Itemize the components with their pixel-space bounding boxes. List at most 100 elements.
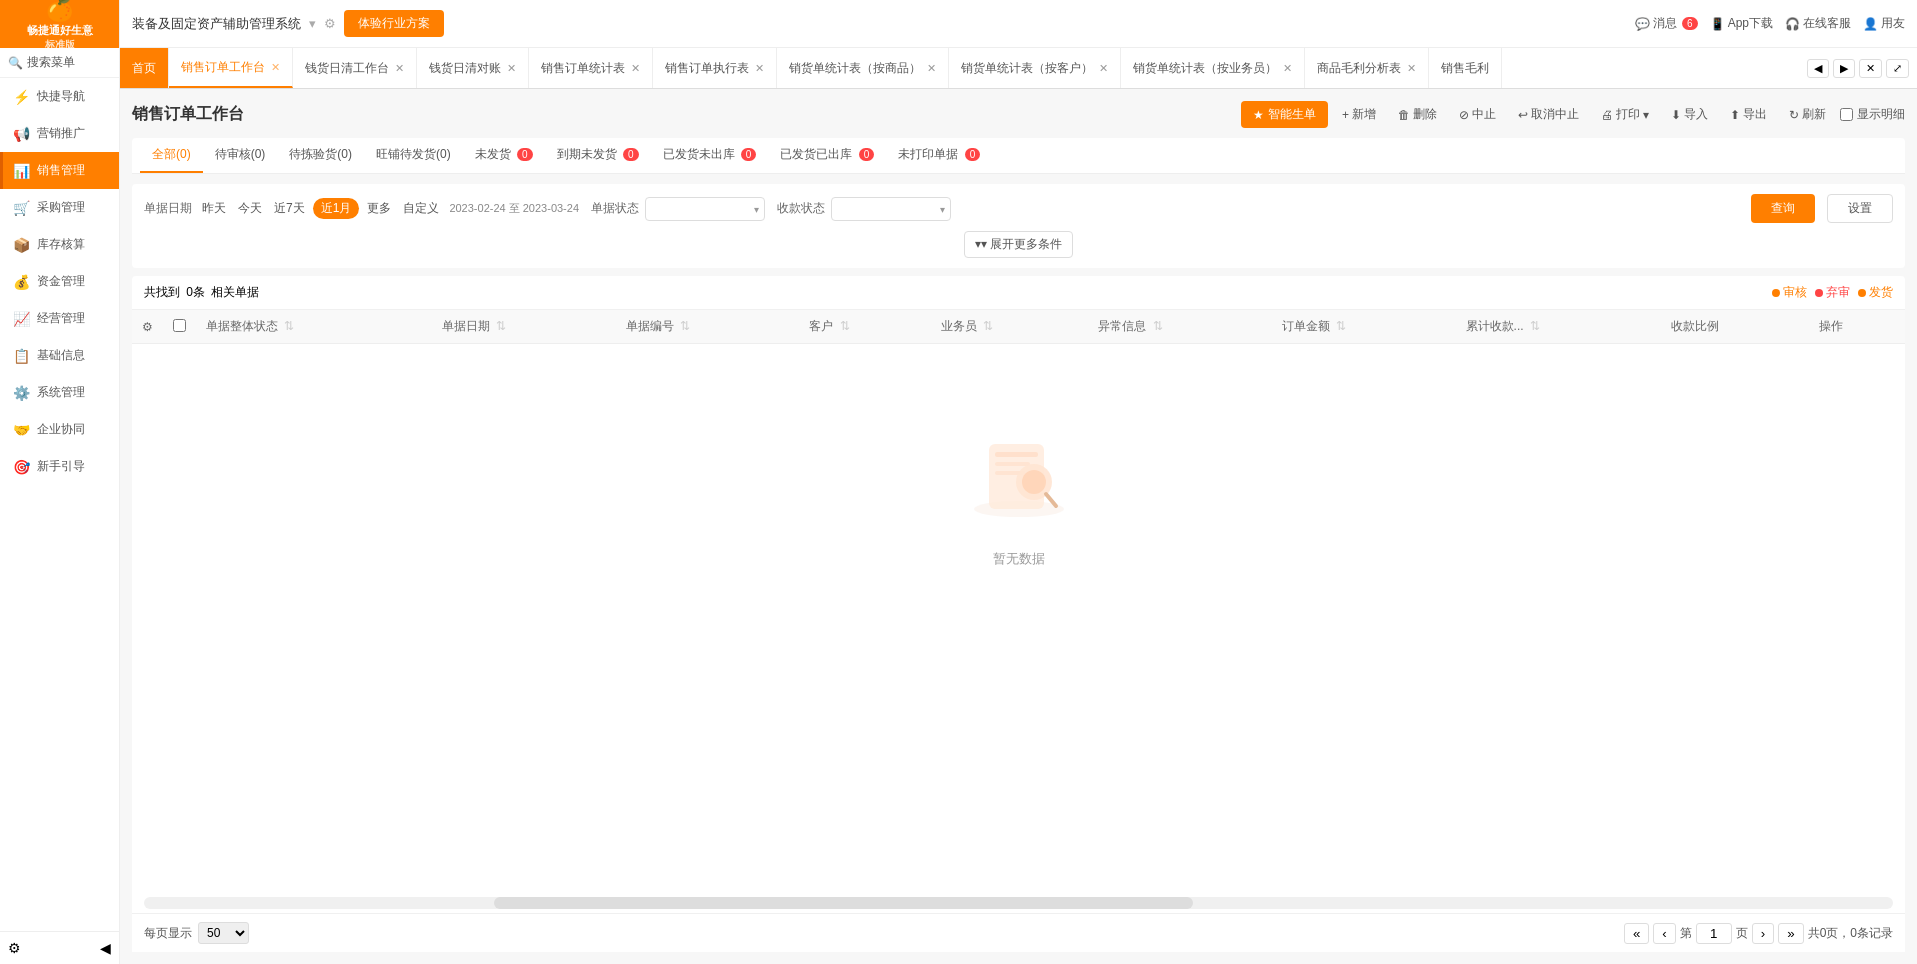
prev-page-button[interactable]: ‹ xyxy=(1653,923,1675,944)
date-link-7days[interactable]: 近7天 xyxy=(270,198,309,219)
tab-fullscreen-button[interactable]: ⤢ xyxy=(1886,59,1909,78)
message-button[interactable]: 💬 消息 6 xyxy=(1635,15,1698,32)
sub-tab-wangpu-pending[interactable]: 旺铺待发货(0) xyxy=(364,138,463,173)
sort-icon[interactable]: ⇅ xyxy=(496,319,506,333)
tab-close-icon[interactable]: ✕ xyxy=(927,62,936,75)
setting-button[interactable]: 设置 xyxy=(1827,194,1893,223)
sort-icon[interactable]: ⇅ xyxy=(284,319,294,333)
tab-sales-profit[interactable]: 销售毛利 xyxy=(1429,48,1502,88)
sidebar-item-marketing[interactable]: 📢 营销推广 xyxy=(0,115,119,152)
tab-sales-by-staff[interactable]: 销货单统计表（按业务员） ✕ xyxy=(1121,48,1305,88)
sidebar-item-operations[interactable]: 📈 经营管理 xyxy=(0,300,119,337)
app-download-button[interactable]: 📱 App下载 xyxy=(1710,15,1773,32)
tab-close-all-button[interactable]: ✕ xyxy=(1859,59,1882,78)
filter-status-select[interactable] xyxy=(645,197,765,221)
date-link-yesterday[interactable]: 昨天 xyxy=(198,198,230,219)
date-link-more[interactable]: 更多 xyxy=(363,198,395,219)
tab-close-icon[interactable]: ✕ xyxy=(1099,62,1108,75)
tab-home[interactable]: 首页 xyxy=(120,48,169,88)
tab-close-icon[interactable]: ✕ xyxy=(755,62,764,75)
tab-cash-reconcile[interactable]: 钱货日清对账 ✕ xyxy=(417,48,529,88)
print-button[interactable]: 🖨 打印 ▾ xyxy=(1593,102,1657,127)
export-button[interactable]: ⬆ 导出 xyxy=(1722,102,1775,127)
tab-prev-button[interactable]: ◀ xyxy=(1807,59,1829,78)
ship-button[interactable]: 发货 xyxy=(1858,284,1893,301)
sidebar-item-quick-nav[interactable]: ⚡ 快捷导航 xyxy=(0,78,119,115)
tab-sales-exec[interactable]: 销售订单执行表 ✕ xyxy=(653,48,777,88)
reject-button[interactable]: 弃审 xyxy=(1815,284,1850,301)
show-detail-checkbox[interactable] xyxy=(1840,108,1853,121)
delete-button[interactable]: 🗑 删除 xyxy=(1390,102,1445,127)
refresh-button[interactable]: ↻ 刷新 xyxy=(1781,102,1834,127)
scrollbar-thumb[interactable] xyxy=(494,897,1194,909)
cancel-stop-button[interactable]: ↩ 取消中止 xyxy=(1510,102,1587,127)
tab-sales-by-customer[interactable]: 销货单统计表（按客户） ✕ xyxy=(949,48,1121,88)
import-button[interactable]: ⬇ 导入 xyxy=(1663,102,1716,127)
approve-button[interactable]: 审核 xyxy=(1772,284,1807,301)
table-scrollbar[interactable] xyxy=(144,897,1893,909)
tab-close-icon[interactable]: ✕ xyxy=(507,62,516,75)
sub-tab-all[interactable]: 全部(0) xyxy=(140,138,203,173)
date-link-today[interactable]: 今天 xyxy=(234,198,266,219)
query-button[interactable]: 查询 xyxy=(1751,194,1815,223)
tab-sales-workbench[interactable]: 销售订单工作台 ✕ xyxy=(169,48,293,88)
sidebar-item-system[interactable]: ⚙️ 系统管理 xyxy=(0,374,119,411)
sub-tab-pending-review[interactable]: 待审核(0) xyxy=(203,138,278,173)
date-link-1month[interactable]: 近1月 xyxy=(313,198,360,219)
sub-tab-shipped-out[interactable]: 已发货已出库 0 xyxy=(768,138,886,173)
sidebar-item-finance[interactable]: 💰 资金管理 xyxy=(0,263,119,300)
system-icon: ⚙️ xyxy=(11,385,31,401)
system-title-chevron[interactable]: ▾ xyxy=(309,16,316,31)
sub-tab-not-printed[interactable]: 未打印单据 0 xyxy=(886,138,992,173)
sub-tab-not-shipped[interactable]: 未发货 0 xyxy=(463,138,545,173)
sidebar-item-sales[interactable]: 📊 销售管理 xyxy=(0,152,119,189)
tab-close-icon[interactable]: ✕ xyxy=(1283,62,1292,75)
select-all-checkbox[interactable] xyxy=(173,319,186,332)
settings-icon[interactable]: ⚙ xyxy=(324,16,336,31)
sub-tab-overdue-not-shipped[interactable]: 到期未发货 0 xyxy=(545,138,651,173)
sidebar-item-purchase[interactable]: 🛒 采购管理 xyxy=(0,189,119,226)
sort-icon[interactable]: ⇅ xyxy=(1530,319,1540,333)
smart-create-button[interactable]: ★ 智能生单 xyxy=(1241,101,1328,128)
tab-sales-stats[interactable]: 销售订单统计表 ✕ xyxy=(529,48,653,88)
settings-icon[interactable]: ⚙ xyxy=(8,940,21,956)
show-detail-toggle[interactable]: 显示明细 xyxy=(1840,106,1905,123)
collapse-icon[interactable]: ◀ xyxy=(100,940,111,956)
tab-next-button[interactable]: ▶ xyxy=(1833,59,1855,78)
stop-button[interactable]: ⊘ 中止 xyxy=(1451,102,1504,127)
sidebar-item-basic-info[interactable]: 📋 基础信息 xyxy=(0,337,119,374)
user-button[interactable]: 👤 用友 xyxy=(1863,15,1905,32)
sort-icon[interactable]: ⇅ xyxy=(680,319,690,333)
per-page-select[interactable]: 10 20 50 100 xyxy=(198,922,249,944)
tab-close-icon[interactable]: ✕ xyxy=(1407,62,1416,75)
page-number-input[interactable] xyxy=(1696,923,1732,944)
expand-filter-button[interactable]: ▾▾ 展开更多条件 xyxy=(964,231,1073,258)
tab-sales-by-product[interactable]: 销货单统计表（按商品） ✕ xyxy=(777,48,949,88)
sub-tab-pending-inspect[interactable]: 待拣验货(0) xyxy=(277,138,364,173)
sub-tab-pending-review-label: 待审核(0) xyxy=(215,147,266,161)
date-link-custom[interactable]: 自定义 xyxy=(399,198,443,219)
sidebar-item-inventory[interactable]: 📦 库存核算 xyxy=(0,226,119,263)
sidebar-item-guide[interactable]: 🎯 新手引导 xyxy=(0,448,119,485)
sort-icon[interactable]: ⇅ xyxy=(840,319,850,333)
sidebar-item-cooperation[interactable]: 🤝 企业协同 xyxy=(0,411,119,448)
industry-solution-button[interactable]: 体验行业方案 xyxy=(344,10,444,37)
search-menu[interactable]: 🔍 搜索菜单 xyxy=(0,48,119,78)
table-scroll[interactable]: ⚙ 单据整体状态 ⇅ 单据日期 ⇅ xyxy=(132,310,1905,893)
tab-close-icon[interactable]: ✕ xyxy=(631,62,640,75)
first-page-button[interactable]: « xyxy=(1624,923,1649,944)
filter-payment-select[interactable] xyxy=(831,197,951,221)
config-icon[interactable]: ⚙ xyxy=(142,320,153,334)
last-page-button[interactable]: » xyxy=(1778,923,1803,944)
next-page-button[interactable]: › xyxy=(1752,923,1774,944)
add-button[interactable]: + 新增 xyxy=(1334,102,1384,127)
sub-tab-shipped-not-out[interactable]: 已发货未出库 0 xyxy=(651,138,769,173)
sort-icon[interactable]: ⇅ xyxy=(1336,319,1346,333)
tab-close-icon[interactable]: ✕ xyxy=(271,61,280,74)
tab-gross-profit[interactable]: 商品毛利分析表 ✕ xyxy=(1305,48,1429,88)
sort-icon[interactable]: ⇅ xyxy=(1153,319,1163,333)
online-service-button[interactable]: 🎧 在线客服 xyxy=(1785,15,1851,32)
sort-icon[interactable]: ⇅ xyxy=(983,319,993,333)
tab-close-icon[interactable]: ✕ xyxy=(395,62,404,75)
tab-cash-daily[interactable]: 钱货日清工作台 ✕ xyxy=(293,48,417,88)
